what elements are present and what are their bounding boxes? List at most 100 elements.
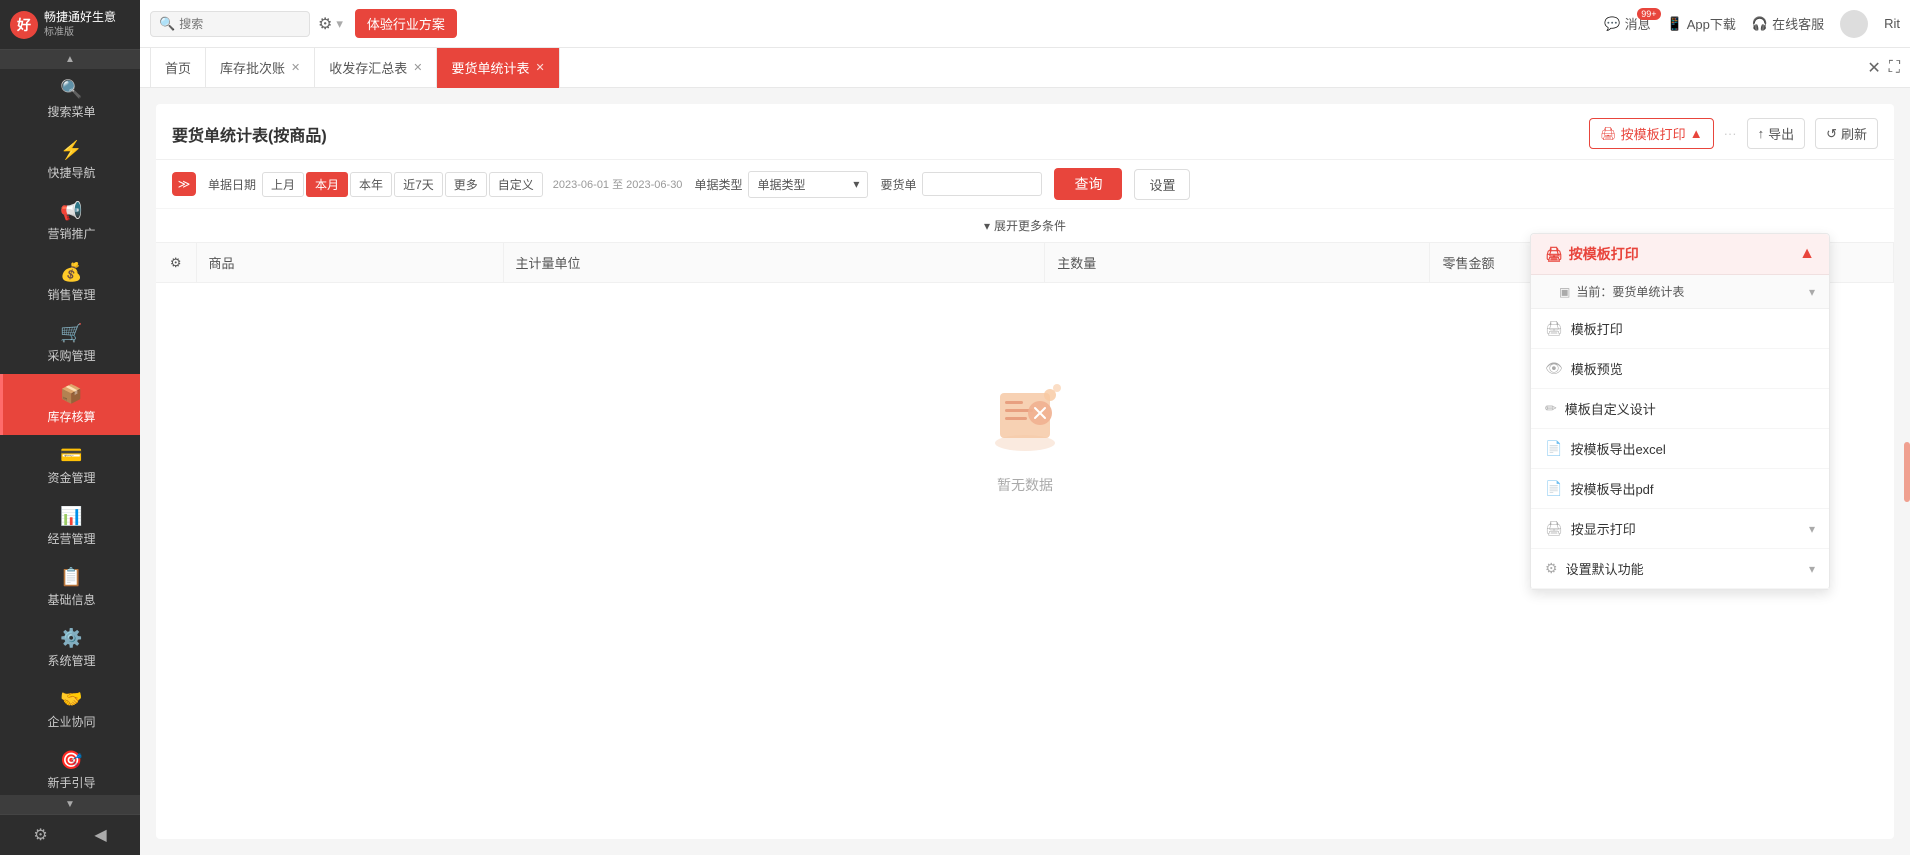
search-input[interactable]	[179, 17, 301, 31]
sidebar-item-inventory[interactable]: 📦 库存核算	[0, 374, 140, 435]
sidebar-item-search[interactable]: 🔍 搜索菜单	[0, 69, 140, 130]
tab-requisition-stats[interactable]: 要货单统计表 ✕	[437, 48, 559, 88]
tab-home[interactable]: 首页	[150, 48, 206, 88]
sidebar-item-quicknav[interactable]: ⚡ 快捷导航	[0, 130, 140, 191]
sidebar-item-guide[interactable]: 🎯 新手引导	[0, 740, 140, 795]
app-download-btn[interactable]: 📱 App下载	[1667, 14, 1736, 33]
requisition-filter-group: 要货单	[880, 172, 1042, 196]
tab-close-batch-account[interactable]: ✕	[291, 61, 300, 74]
topbar: 🔍 ⚙ ▾ 体验行业方案 💬 消息 99+ 📱 App下载 🎧 在线客服 Rit	[140, 0, 1910, 48]
date-btn-custom[interactable]: 自定义	[489, 172, 543, 197]
date-btn-current-month[interactable]: 本月	[306, 172, 348, 197]
tab-fullscreen-icon[interactable]: ⛶	[1889, 59, 1900, 77]
message-btn[interactable]: 💬 消息 99+	[1604, 14, 1650, 33]
refresh-button[interactable]: ↺ 刷新	[1815, 118, 1878, 149]
td-set-default-icon: ⚙	[1545, 560, 1558, 577]
topbar-search-box[interactable]: 🔍	[150, 11, 310, 37]
set-default-submenu[interactable]: ⚙ 设置默认功能 ▾	[1531, 549, 1829, 589]
collapse-sidebar-icon[interactable]: ◀	[94, 825, 106, 845]
sales-icon: 💰	[60, 262, 82, 283]
online-service-btn[interactable]: 🎧 在线客服	[1752, 14, 1824, 33]
topbar-right: 💬 消息 99+ 📱 App下载 🎧 在线客服 Rit	[1604, 10, 1900, 38]
trial-button[interactable]: 体验行业方案	[355, 9, 457, 38]
finance-icon: 💳	[60, 445, 82, 466]
filter-bar: ≫ 单据日期 上月 本月 本年 近7天 更多 自定义 2023-06-01 至 …	[156, 159, 1894, 208]
td-display-print-icon: 🖨	[1545, 520, 1563, 537]
template-export-excel-item[interactable]: 📄 按模板导出excel	[1531, 429, 1829, 469]
template-print-item[interactable]: 🖨 模板打印	[1531, 309, 1829, 349]
date-btn-last-7days[interactable]: 近7天	[394, 172, 443, 197]
template-dropdown-close-icon[interactable]: ▲	[1799, 245, 1815, 263]
display-print-submenu[interactable]: 🖨 按显示打印 ▾	[1531, 509, 1829, 549]
refresh-icon: ↺	[1826, 126, 1837, 142]
col-settings[interactable]: ⚙	[156, 243, 196, 283]
marketing-icon: 📢	[60, 201, 82, 222]
sidebar-item-purchase[interactable]: 🛒 采购管理	[0, 313, 140, 374]
tab-close-requisition-stats[interactable]: ✕	[536, 61, 545, 74]
sidebar-item-basic[interactable]: 📋 基础信息	[0, 557, 140, 618]
message-icon: 💬	[1604, 16, 1620, 32]
col-unit: 主计量单位	[503, 243, 1045, 283]
requisition-label: 要货单	[880, 176, 916, 193]
tab-collection-summary[interactable]: 收发存汇总表 ✕	[315, 48, 437, 88]
template-dropdown-arrow-icon: ▲	[1690, 126, 1703, 141]
date-btn-more[interactable]: 更多	[445, 172, 487, 197]
logo-icon: 好	[10, 11, 38, 39]
sidebar-item-marketing[interactable]: 📢 营销推广	[0, 191, 140, 252]
tab-close-collection-summary[interactable]: ✕	[413, 61, 422, 74]
template-dropdown-title-group: 🖨 按模板打印	[1545, 244, 1639, 264]
sidebar-item-finance[interactable]: 💳 资金管理	[0, 435, 140, 496]
sidebar-item-sales[interactable]: 💰 销售管理	[0, 252, 140, 313]
current-template-row[interactable]: ▣ 当前：要货单统计表 ▾	[1531, 275, 1829, 309]
template-preview-item[interactable]: 👁 模板预览	[1531, 349, 1829, 389]
filter-expand-button[interactable]: ≫	[172, 172, 196, 196]
empty-text: 暂无数据	[997, 475, 1053, 495]
display-print-arrow-icon: ▾	[1809, 522, 1815, 536]
tab-close-all-icon[interactable]: ✕	[1867, 58, 1880, 78]
system-icon: ⚙️	[60, 628, 82, 649]
page-actions: 🖨 按模板打印 ▲ ··· ↑ 导出 ↺ 刷新	[1589, 118, 1878, 149]
query-button[interactable]: 查询	[1054, 168, 1122, 200]
sidebar-item-operation[interactable]: 📊 经营管理	[0, 496, 140, 557]
template-custom-item[interactable]: ✏ 模板自定义设计	[1531, 389, 1829, 429]
main-area: 🔍 ⚙ ▾ 体验行业方案 💬 消息 99+ 📱 App下载 🎧 在线客服 Rit	[140, 0, 1910, 855]
export-button[interactable]: ↑ 导出	[1747, 118, 1806, 149]
order-type-select[interactable]: 单据类型 ▾	[748, 171, 868, 198]
topbar-gear-icon[interactable]: ⚙	[318, 14, 332, 34]
content-area: 要货单统计表(按商品) 🖨 按模板打印 ▲ ··· ↑ 导出 ↺ 刷新	[140, 88, 1910, 855]
col-product: 商品	[196, 243, 503, 283]
settings-button[interactable]: 设置	[1134, 169, 1190, 200]
tab-batch-account[interactable]: 库存批次账 ✕	[206, 48, 315, 88]
current-template-icon: ▣	[1559, 285, 1570, 299]
app-logo: 好 畅捷通好生意 标准版	[0, 0, 140, 50]
purchase-icon: 🛒	[60, 323, 82, 344]
logo-text: 畅捷通好生意 标准版	[44, 10, 116, 39]
col-quantity: 主数量	[1045, 243, 1430, 283]
requisition-input[interactable]	[922, 172, 1042, 196]
template-export-pdf-item[interactable]: 📄 按模板导出pdf	[1531, 469, 1829, 509]
set-default-arrow-icon: ▾	[1809, 562, 1815, 576]
user-name: Rit	[1884, 16, 1900, 31]
basic-icon: 📋	[60, 567, 82, 588]
sidebar-scroll-up[interactable]: ▲	[0, 50, 140, 69]
sidebar-scroll-down[interactable]: ▼	[0, 795, 140, 814]
topbar-dropdown-icon[interactable]: ▾	[336, 16, 343, 32]
quicknav-icon: ⚡	[60, 140, 82, 161]
avatar[interactable]	[1840, 10, 1868, 38]
printer-dropdown-icon: 🖨	[1545, 246, 1563, 263]
date-btn-current-year[interactable]: 本年	[350, 172, 392, 197]
date-label: 单据日期	[208, 176, 256, 193]
sidebar-item-system[interactable]: ⚙️ 系统管理	[0, 618, 140, 679]
td-printer-icon: 🖨	[1545, 320, 1563, 337]
current-template-arrow-icon: ▾	[1809, 285, 1815, 299]
settings-bottom-icon[interactable]: ⚙	[33, 825, 47, 845]
order-type-label: 单据类型	[694, 176, 742, 193]
td-custom-icon: ✏	[1545, 400, 1557, 417]
date-btn-last-month[interactable]: 上月	[262, 172, 304, 197]
template-print-button[interactable]: 🖨 按模板打印 ▲	[1589, 118, 1713, 149]
app-download-icon: 📱	[1667, 16, 1683, 32]
page-header: 要货单统计表(按商品) 🖨 按模板打印 ▲ ··· ↑ 导出 ↺ 刷新	[156, 104, 1894, 159]
tabbar-right: ✕ ⛶	[1867, 58, 1900, 78]
sidebar-item-collab[interactable]: 🤝 企业协同	[0, 679, 140, 740]
scroll-indicator[interactable]	[1904, 442, 1910, 502]
